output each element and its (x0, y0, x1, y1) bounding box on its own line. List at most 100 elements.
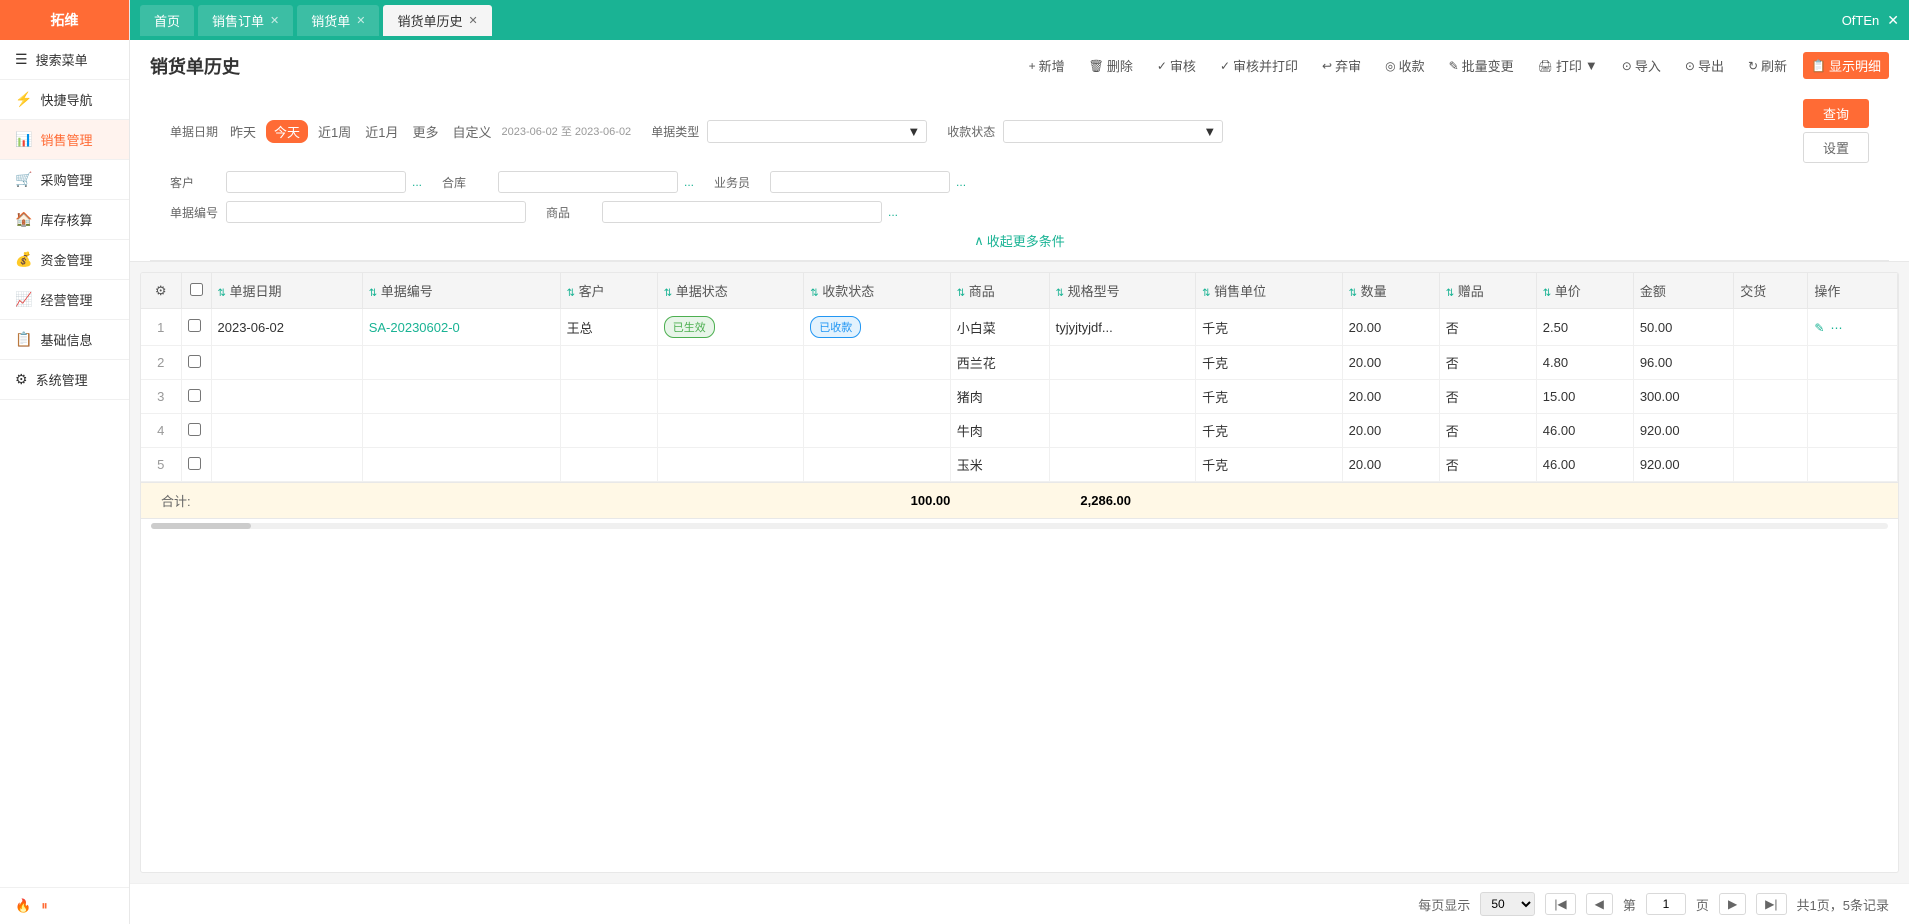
shortcut-today[interactable]: 今天 (266, 120, 308, 143)
th-checkbox[interactable] (181, 273, 211, 309)
salesperson-more-btn[interactable]: ... (956, 175, 966, 189)
tab-sales-history-close[interactable]: ✕ (469, 14, 478, 27)
shortcut-last7[interactable]: 近1周 (314, 120, 355, 143)
row-doc-no[interactable] (362, 414, 560, 448)
th-operation-label: 操作 (1814, 284, 1840, 299)
select-all-checkbox[interactable] (190, 283, 203, 296)
import-button[interactable]: ⊙ 导入 (1614, 52, 1669, 79)
collapse-button[interactable]: ∧ 收起更多条件 (974, 231, 1065, 250)
doc-no-link[interactable]: SA-20230602-0 (369, 320, 460, 335)
row-operation[interactable] (1808, 414, 1898, 448)
row-checkbox[interactable] (181, 309, 211, 346)
page-number-input[interactable]: 1 (1646, 893, 1686, 915)
row-sales-unit: 千克 (1196, 414, 1343, 448)
audit-print-button[interactable]: ✓ 审核并打印 (1212, 52, 1306, 79)
window-close-button[interactable]: ✕ (1887, 12, 1899, 29)
new-button[interactable]: + 新增 (1021, 52, 1073, 79)
warehouse-more-btn[interactable]: ... (684, 175, 694, 189)
row-goods: 西兰花 (950, 346, 1049, 380)
th-sales-unit[interactable]: ⇅ 销售单位 (1196, 273, 1343, 309)
query-button[interactable]: 查询 (1803, 99, 1869, 128)
warehouse-input[interactable] (498, 171, 678, 193)
goods-input[interactable] (602, 201, 882, 223)
delete-button[interactable]: 🗑 删除 (1081, 52, 1141, 79)
row-checkbox[interactable] (181, 414, 211, 448)
prev-page-button[interactable]: ◀ (1586, 893, 1613, 915)
row-operation[interactable] (1808, 448, 1898, 482)
abandon-label: 弃审 (1335, 56, 1361, 75)
th-settings[interactable]: ⚙ (141, 273, 181, 309)
sidebar-item-basic-info[interactable]: 📋 基础信息 (0, 320, 129, 360)
more-op-btn[interactable]: ⋯ (1830, 321, 1842, 335)
last-page-button[interactable]: ▶| (1756, 893, 1786, 915)
shortcut-custom[interactable]: 自定义 (449, 120, 496, 143)
th-doc-status[interactable]: ⇅ 单据状态 (657, 273, 804, 309)
first-page-button[interactable]: |◀ (1545, 893, 1575, 915)
doc-no-input[interactable] (226, 201, 526, 223)
th-spec-type[interactable]: ⇅ 规格型号 (1049, 273, 1196, 309)
th-unit-price[interactable]: ⇅ 单价 (1536, 273, 1633, 309)
audit-button[interactable]: ✓ 审核 (1149, 52, 1204, 79)
scrollbar-thumb[interactable] (151, 523, 251, 529)
th-amount: 金额 (1633, 273, 1733, 309)
doc-type-select[interactable]: ▼ (707, 120, 927, 143)
shortcut-last1m[interactable]: 近1月 (361, 120, 402, 143)
row-operation[interactable] (1808, 380, 1898, 414)
refresh-button[interactable]: ↻ 刷新 (1740, 52, 1795, 79)
batch-change-button[interactable]: ✎ 批量变更 (1441, 52, 1522, 79)
th-gift[interactable]: ⇅ 赠品 (1439, 273, 1536, 309)
tab-home[interactable]: 首页 (140, 5, 194, 36)
th-collect-status[interactable]: ⇅ 收款状态 (804, 273, 951, 309)
query-setting-btns: 查询 设置 (1803, 99, 1869, 163)
print-dropdown-icon: ▼ (1585, 58, 1598, 73)
row-doc-no[interactable] (362, 380, 560, 414)
tab-sales-history[interactable]: 销货单历史 ✕ (383, 5, 491, 36)
th-goods[interactable]: ⇅ 商品 (950, 273, 1049, 309)
abandon-button[interactable]: ↩ 弃审 (1314, 52, 1369, 79)
sidebar-bottom[interactable]: 🔥 ⏸ (0, 887, 129, 924)
tab-sales-order-close[interactable]: ✕ (270, 14, 279, 27)
customer-input[interactable] (226, 171, 406, 193)
row-doc-no[interactable]: SA-20230602-0 (362, 309, 560, 346)
shortcut-yesterday[interactable]: 昨天 (226, 120, 260, 143)
collect-status-select[interactable]: ▼ (1003, 120, 1223, 143)
sidebar-item-purchase-mgmt[interactable]: 🛒 采购管理 (0, 160, 129, 200)
sidebar-item-sys-mgmt[interactable]: ⚙ 系统管理 (0, 360, 129, 400)
tab-sales-delivery[interactable]: 销货单 ✕ (297, 5, 379, 36)
edit-op-btn[interactable]: ✎ (1814, 321, 1824, 335)
row-checkbox[interactable] (181, 448, 211, 482)
sidebar-item-ops-mgmt[interactable]: 📈 经营管理 (0, 280, 129, 320)
export-button[interactable]: ⊙ 导出 (1677, 52, 1732, 79)
filter-warehouse: 合库 ... (442, 171, 694, 193)
setting-button[interactable]: 设置 (1803, 132, 1869, 163)
sidebar-item-sales-mgmt[interactable]: 📊 销售管理 (0, 120, 129, 160)
row-transaction (1734, 414, 1808, 448)
salesperson-input[interactable] (770, 171, 950, 193)
pause-icon: ⏸ (41, 898, 48, 914)
th-doc-no[interactable]: ⇅ 单据编号 (362, 273, 560, 309)
th-doc-date[interactable]: ⇅ 单据日期 (211, 273, 362, 309)
row-operation[interactable] (1808, 346, 1898, 380)
customer-more-btn[interactable]: ... (412, 175, 422, 189)
collect-button[interactable]: ◎ 收款 (1377, 52, 1433, 79)
page-size-select[interactable]: 20 50 100 (1480, 892, 1535, 916)
shortcut-more[interactable]: 更多 (409, 120, 443, 143)
th-qty[interactable]: ⇅ 数量 (1342, 273, 1439, 309)
row-checkbox[interactable] (181, 380, 211, 414)
row-checkbox[interactable] (181, 346, 211, 380)
sidebar-item-inventory-calc[interactable]: 🏠 库存核算 (0, 200, 129, 240)
sidebar-item-fund-mgmt[interactable]: 💰 资金管理 (0, 240, 129, 280)
row-doc-no[interactable] (362, 448, 560, 482)
th-customer[interactable]: ⇅ 客户 (560, 273, 657, 309)
horizontal-scrollbar[interactable] (141, 518, 1898, 533)
tab-sales-delivery-close[interactable]: ✕ (356, 14, 365, 27)
goods-more-btn[interactable]: ... (888, 205, 898, 219)
next-page-button[interactable]: ▶ (1719, 893, 1746, 915)
sidebar-item-quick-nav[interactable]: ⚡ 快捷导航 (0, 80, 129, 120)
show-detail-button[interactable]: 📋 显示明细 (1803, 52, 1889, 79)
tab-sales-order[interactable]: 销售订单 ✕ (198, 5, 293, 36)
row-operation[interactable]: ✎⋯ (1808, 309, 1898, 346)
sidebar-item-search-menu[interactable]: ☰ 搜索菜单 (0, 40, 129, 80)
print-button[interactable]: 🖨 打印 ▼ (1530, 52, 1606, 79)
row-doc-no[interactable] (362, 346, 560, 380)
